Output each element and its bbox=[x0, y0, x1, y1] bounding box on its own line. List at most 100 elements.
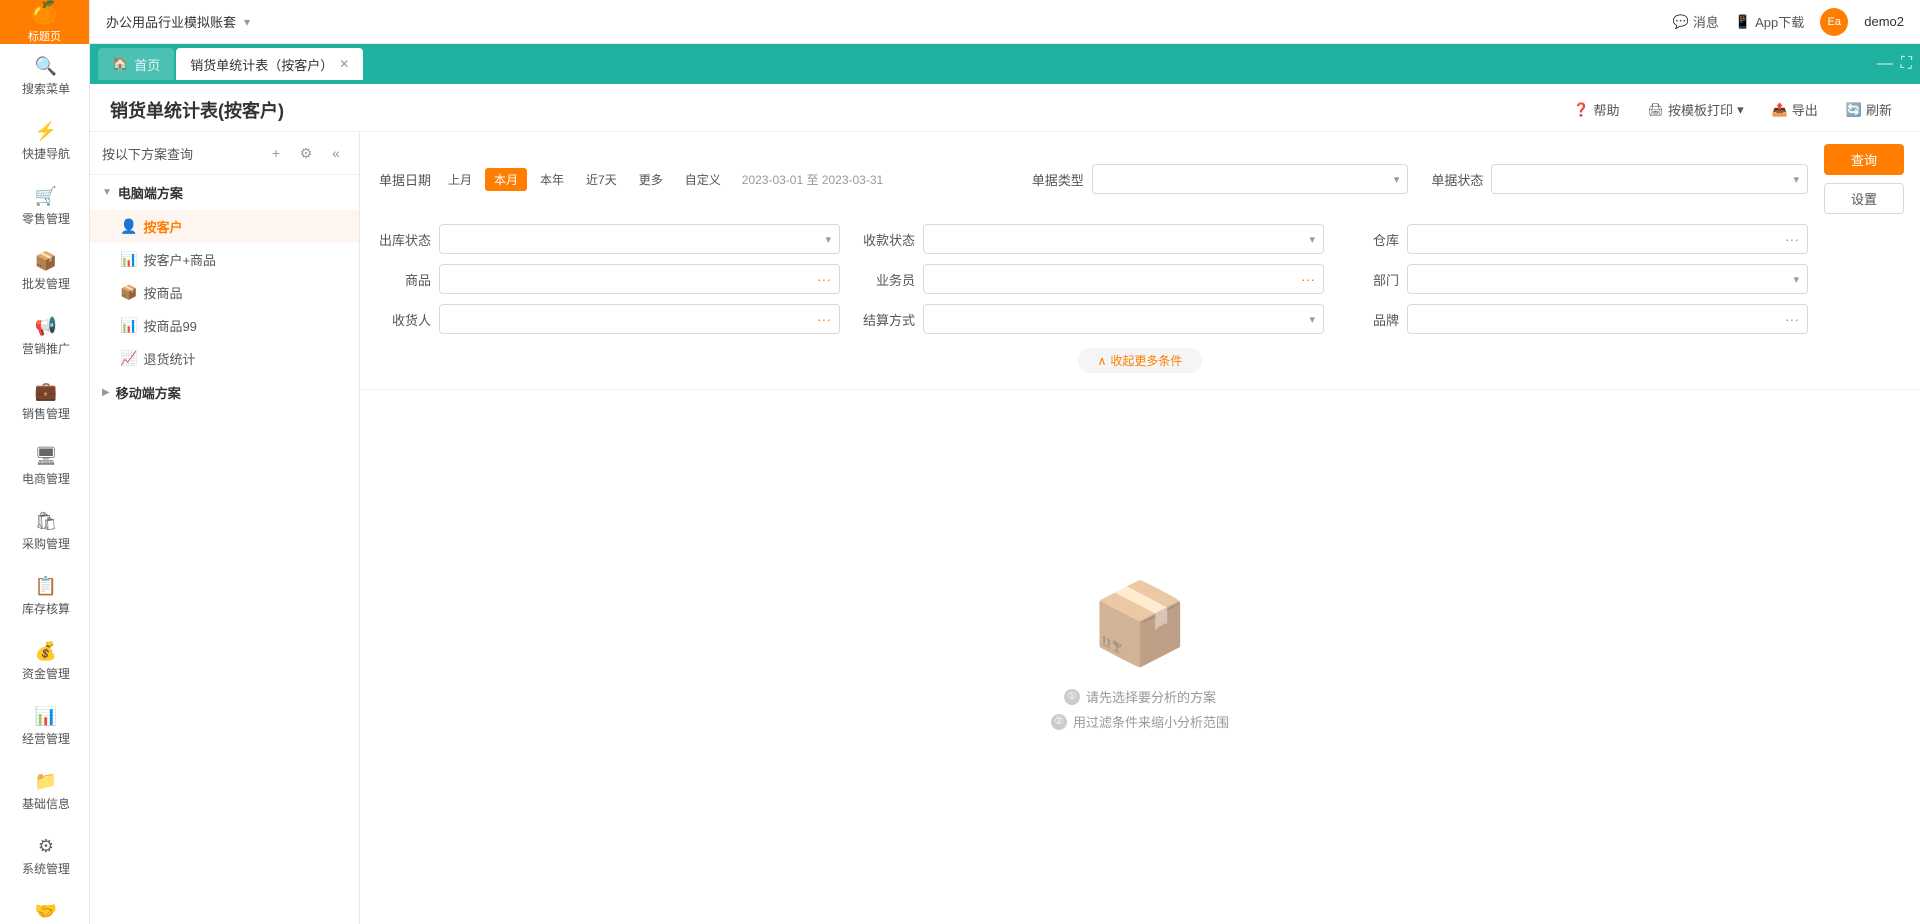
mobile-group-arrow-icon: ▶ bbox=[102, 387, 110, 398]
status-dropdown-icon: ▾ bbox=[1793, 173, 1799, 186]
date-btn-7days[interactable]: 近7天 bbox=[577, 168, 626, 191]
goods-control[interactable]: ··· bbox=[439, 264, 840, 294]
sidebar-item-retail[interactable]: 🛒 零售管理 bbox=[0, 174, 90, 239]
app-logo[interactable]: 🍊 标题页 bbox=[0, 0, 90, 44]
sidebar-item-basic[interactable]: 📁 基础信息 bbox=[0, 759, 90, 824]
message-btn[interactable]: 💬 消息 bbox=[1673, 12, 1719, 31]
scheme-item-by-goods-99-label: 按商品99 bbox=[143, 316, 196, 335]
content-area: 按以下方案查询 + ⚙ « bbox=[90, 132, 1920, 924]
marketing-icon: 📢 bbox=[35, 316, 57, 337]
date-btn-this-month[interactable]: 本月 bbox=[485, 168, 527, 191]
sidebar-item-purchase[interactable]: 🛍 采购管理 bbox=[0, 499, 90, 564]
scheme-item-by-goods[interactable]: 📦 按商品 bbox=[90, 276, 359, 309]
hint2-text: 用过滤条件来缩小分析范围 bbox=[1073, 712, 1229, 731]
status-control[interactable]: ▾ bbox=[1491, 164, 1808, 194]
user-avatar[interactable]: Ea bbox=[1820, 8, 1848, 36]
logo-text: 标题页 bbox=[28, 28, 61, 44]
settle-control[interactable]: ▾ bbox=[923, 304, 1324, 334]
scheme-item-by-goods-99[interactable]: 📊 按商品99 bbox=[90, 309, 359, 342]
sidebar-item-inventory[interactable]: 📋 库存核算 bbox=[0, 564, 90, 629]
date-label: 单据日期 bbox=[376, 170, 431, 189]
sidebar-item-sales[interactable]: 💼 销售管理 bbox=[0, 369, 90, 434]
page-title: 销货单统计表(按客户) bbox=[110, 97, 284, 123]
filter-actions: 查询 设置 bbox=[1824, 144, 1904, 214]
out-status-control[interactable]: ▾ bbox=[439, 224, 840, 254]
print-btn[interactable]: 🖨 按模板打印 ▾ bbox=[1640, 96, 1752, 123]
settle-label: 结算方式 bbox=[860, 310, 915, 329]
sidebar-item-operations[interactable]: 📊 经营管理 bbox=[0, 694, 90, 759]
dept-control[interactable]: ▾ bbox=[1407, 264, 1808, 294]
sales-icon: 💼 bbox=[35, 381, 57, 402]
collapse-arrow-icon: ∧ bbox=[1098, 354, 1107, 368]
basic-icon: 📁 bbox=[35, 771, 57, 792]
date-btn-more[interactable]: 更多 bbox=[630, 168, 672, 191]
user-name[interactable]: demo2 bbox=[1864, 14, 1904, 29]
tab-home[interactable]: 🏠 首页 bbox=[98, 48, 174, 80]
dept-label: 部门 bbox=[1344, 270, 1399, 289]
date-btn-last-month[interactable]: 上月 bbox=[439, 168, 481, 191]
sidebar-item-wholesale[interactable]: 📦 批发管理 bbox=[0, 239, 90, 304]
customer-goods-icon: 📊 bbox=[120, 251, 137, 268]
settings-scheme-btn[interactable]: ⚙ bbox=[295, 142, 317, 164]
query-button[interactable]: 查询 bbox=[1824, 144, 1904, 175]
message-icon: 💬 bbox=[1673, 14, 1689, 30]
filter-cell-recipient: 收货人 ··· bbox=[376, 304, 840, 334]
sidebar-item-system[interactable]: ⚙ 系统管理 bbox=[0, 824, 90, 889]
date-btn-custom[interactable]: 自定义 bbox=[676, 168, 730, 191]
salesman-control[interactable]: ··· bbox=[923, 264, 1324, 294]
collapse-btn[interactable]: ∧ 收起更多条件 bbox=[1078, 348, 1203, 373]
recipient-label: 收货人 bbox=[376, 310, 431, 329]
tab-maximize-icon[interactable]: ⛶ bbox=[1901, 55, 1912, 73]
add-scheme-btn[interactable]: + bbox=[265, 142, 287, 164]
sidebar-item-ecommerce[interactable]: 🖥 电商管理 bbox=[0, 434, 90, 499]
scheme-item-by-customer-goods[interactable]: 📊 按客户+商品 bbox=[90, 243, 359, 276]
export-btn[interactable]: 📤 导出 bbox=[1764, 96, 1826, 123]
warehouse-control[interactable]: ··· bbox=[1407, 224, 1808, 254]
export-icon: 📤 bbox=[1772, 102, 1788, 118]
home-icon: 🏠 bbox=[112, 56, 128, 72]
help-btn[interactable]: ❓ 帮助 bbox=[1565, 96, 1627, 123]
scheme-item-by-customer-goods-label: 按客户+商品 bbox=[143, 250, 216, 269]
scheme-group-mobile-label: 移动端方案 bbox=[116, 383, 181, 402]
ecommerce-icon: 🖥 bbox=[35, 446, 58, 467]
brand-control[interactable]: ··· bbox=[1407, 304, 1808, 334]
tab-sales-stats[interactable]: 销货单统计表（按客户） ✕ bbox=[176, 48, 363, 80]
scheme-item-return-stats[interactable]: 📈 退货统计 bbox=[90, 342, 359, 375]
pay-status-control[interactable]: ▾ bbox=[923, 224, 1324, 254]
tab-minimize-icon[interactable]: — bbox=[1877, 55, 1893, 73]
setting-button[interactable]: 设置 bbox=[1824, 183, 1904, 214]
download-icon: 📱 bbox=[1735, 14, 1751, 30]
collapse-panel-btn[interactable]: « bbox=[325, 142, 347, 164]
scheme-group-desktop-header[interactable]: ▼ 电脑端方案 bbox=[90, 175, 359, 210]
empty-hint-1: ① 请先选择要分析的方案 bbox=[1064, 687, 1216, 706]
sidebar-item-finance[interactable]: 💰 资金管理 bbox=[0, 629, 90, 694]
goods-dots-icon: ··· bbox=[817, 271, 831, 287]
filter-row-4: 收货人 ··· 结算方式 ▾ bbox=[376, 304, 1904, 334]
sidebar-item-marketing[interactable]: 📢 营销推广 bbox=[0, 304, 90, 369]
scheme-item-by-goods-label: 按商品 bbox=[143, 283, 182, 302]
type-control[interactable]: ▾ bbox=[1092, 164, 1409, 194]
scheme-item-by-customer-label: 按客户 bbox=[143, 217, 182, 236]
quicknav-icon: ⚡ bbox=[35, 121, 57, 142]
scheme-group-mobile-header[interactable]: ▶ 移动端方案 bbox=[90, 375, 359, 410]
header-dropdown-icon[interactable]: ▾ bbox=[244, 15, 250, 29]
sidebar-item-quicknav[interactable]: ⚡ 快捷导航 bbox=[0, 109, 90, 174]
recipient-dots-icon: ··· bbox=[817, 311, 831, 327]
hint1-text: 请先选择要分析的方案 bbox=[1086, 687, 1216, 706]
refresh-icon: 🔄 bbox=[1846, 102, 1862, 118]
sidebar-item-search[interactable]: 🔍 搜索菜单 bbox=[0, 44, 90, 109]
tab-close-icon[interactable]: ✕ bbox=[339, 57, 349, 71]
recipient-control[interactable]: ··· bbox=[439, 304, 840, 334]
refresh-btn[interactable]: 🔄 刷新 bbox=[1838, 96, 1900, 123]
sidebar-item-enterprise[interactable]: 🤝 企业协同 bbox=[0, 889, 90, 924]
main-area: 办公用品行业模拟账套 ▾ 💬 消息 📱 App下载 Ea demo2 🏠 首页 … bbox=[90, 0, 1920, 924]
date-btn-this-year[interactable]: 本年 bbox=[531, 168, 573, 191]
content-inner: 按以下方案查询 + ⚙ « bbox=[90, 132, 1920, 924]
scheme-item-by-customer[interactable]: 👤 按客户 bbox=[90, 210, 359, 243]
left-panel-title: 按以下方案查询 bbox=[102, 144, 193, 163]
app-download-btn[interactable]: 📱 App下载 bbox=[1735, 12, 1804, 31]
salesman-label: 业务员 bbox=[860, 270, 915, 289]
customer-icon: 👤 bbox=[120, 218, 137, 235]
date-quick-btns: 上月 本月 本年 近7天 更多 自定义 bbox=[439, 168, 730, 191]
filter-cell-date: 单据日期 上月 本月 本年 近7天 更多 自定义 2023-03-01 至 20… bbox=[376, 168, 1009, 191]
